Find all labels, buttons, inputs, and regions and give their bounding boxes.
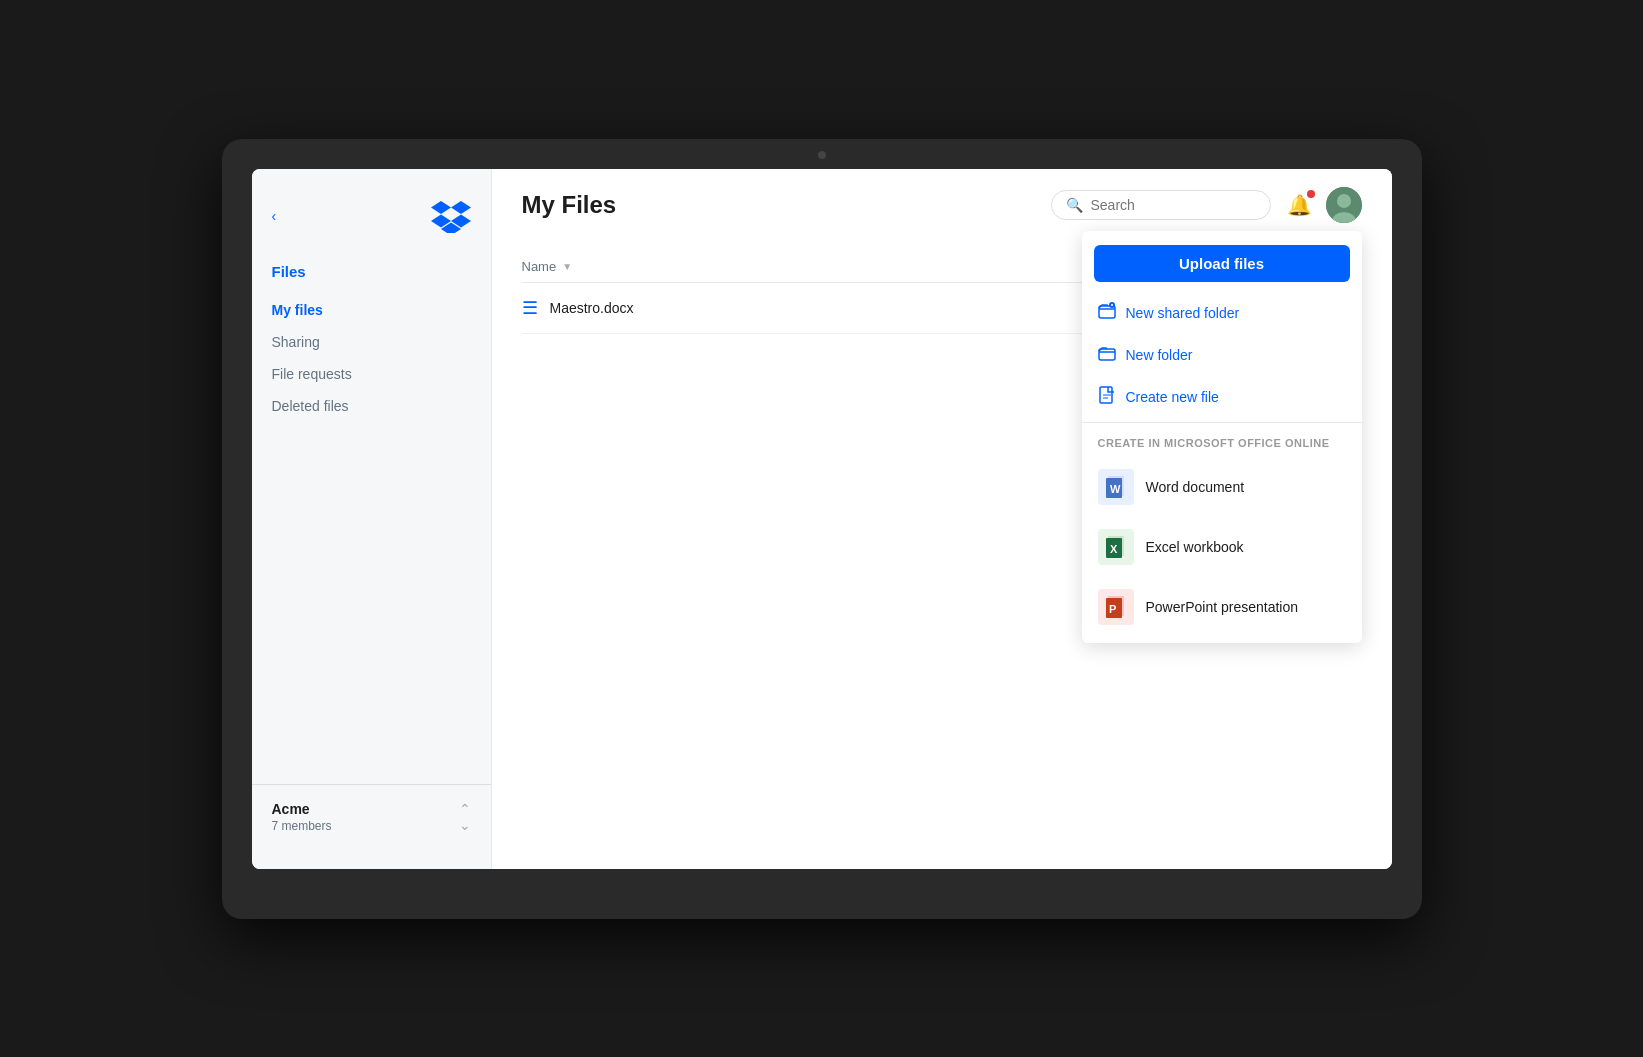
collapse-button[interactable]: ‹ bbox=[272, 208, 277, 224]
sidebar-item-deleted-files[interactable]: Deleted files bbox=[252, 390, 491, 422]
sidebar-header: ‹ bbox=[252, 189, 491, 253]
powerpoint-action[interactable]: P PowerPoint presentation bbox=[1082, 577, 1362, 637]
workspace-name: Acme bbox=[272, 801, 332, 817]
avatar-image bbox=[1326, 187, 1362, 223]
top-bar-actions: 🔔 bbox=[1287, 187, 1362, 223]
upload-files-button[interactable]: Upload files bbox=[1094, 245, 1350, 282]
sidebar-item-my-files[interactable]: My files bbox=[252, 294, 491, 326]
svg-rect-5 bbox=[1099, 349, 1115, 360]
ms-section-label: CREATE IN MICROSOFT OFFICE ONLINE bbox=[1082, 433, 1362, 457]
new-folder-action[interactable]: New folder bbox=[1082, 334, 1362, 376]
file-doc-icon: ☰ bbox=[522, 297, 538, 319]
laptop-screen: ‹ Files My files Sharing File requests D… bbox=[252, 169, 1392, 869]
excel-icon: X bbox=[1098, 529, 1134, 565]
file-name: Maestro.docx bbox=[550, 300, 1131, 316]
workspace-expand-icon[interactable]: ⌃⌄ bbox=[459, 801, 471, 833]
page-title: My Files bbox=[522, 191, 1051, 219]
excel-workbook-label: Excel workbook bbox=[1146, 539, 1244, 555]
laptop-frame: ‹ Files My files Sharing File requests D… bbox=[222, 139, 1422, 919]
main-content: My Files 🔍 🔔 bbox=[492, 169, 1392, 869]
create-new-file-label: Create new file bbox=[1126, 389, 1219, 405]
ms-office-section: CREATE IN MICROSOFT OFFICE ONLINE W bbox=[1082, 422, 1362, 643]
dropdown-menu: Upload files New shared folder bbox=[1082, 231, 1362, 643]
new-shared-folder-action[interactable]: New shared folder bbox=[1082, 292, 1362, 334]
search-input[interactable] bbox=[1091, 197, 1241, 213]
sidebar-item-file-requests[interactable]: File requests bbox=[252, 358, 491, 390]
excel-workbook-action[interactable]: X Excel workbook bbox=[1082, 517, 1362, 577]
sidebar-files-label: Files bbox=[252, 253, 491, 286]
folder-icon bbox=[1098, 344, 1116, 366]
workspace-info: Acme 7 members bbox=[272, 801, 332, 833]
svg-text:W: W bbox=[1110, 483, 1121, 495]
workspace-members: 7 members bbox=[272, 819, 332, 833]
search-bar[interactable]: 🔍 bbox=[1051, 190, 1271, 220]
svg-text:P: P bbox=[1109, 603, 1116, 615]
avatar[interactable] bbox=[1326, 187, 1362, 223]
svg-point-1 bbox=[1337, 194, 1351, 208]
sidebar: ‹ Files My files Sharing File requests D… bbox=[252, 169, 492, 869]
create-new-file-action[interactable]: Create new file bbox=[1082, 376, 1362, 418]
camera-dot bbox=[818, 151, 826, 159]
sidebar-item-sharing[interactable]: Sharing bbox=[252, 326, 491, 358]
sidebar-nav: My files Sharing File requests Deleted f… bbox=[252, 286, 491, 430]
sidebar-footer: Acme 7 members ⌃⌄ bbox=[252, 784, 491, 849]
word-document-action[interactable]: W Word document bbox=[1082, 457, 1362, 517]
new-folder-label: New folder bbox=[1126, 347, 1193, 363]
notification-bell-icon[interactable]: 🔔 bbox=[1287, 193, 1312, 217]
svg-text:X: X bbox=[1110, 543, 1118, 555]
word-document-label: Word document bbox=[1146, 479, 1245, 495]
new-shared-folder-label: New shared folder bbox=[1126, 305, 1240, 321]
search-icon: 🔍 bbox=[1066, 197, 1083, 213]
shared-folder-icon bbox=[1098, 302, 1116, 324]
powerpoint-label: PowerPoint presentation bbox=[1146, 599, 1299, 615]
word-icon: W bbox=[1098, 469, 1134, 505]
notification-badge bbox=[1307, 190, 1315, 198]
top-bar: My Files 🔍 🔔 bbox=[492, 169, 1392, 241]
powerpoint-icon: P bbox=[1098, 589, 1134, 625]
sort-name-icon: ▼ bbox=[562, 261, 572, 272]
dropbox-logo bbox=[431, 199, 471, 233]
workspace-row: Acme 7 members ⌃⌄ bbox=[272, 801, 471, 833]
column-name[interactable]: Name ▼ bbox=[522, 259, 1162, 274]
file-icon bbox=[1098, 386, 1116, 408]
